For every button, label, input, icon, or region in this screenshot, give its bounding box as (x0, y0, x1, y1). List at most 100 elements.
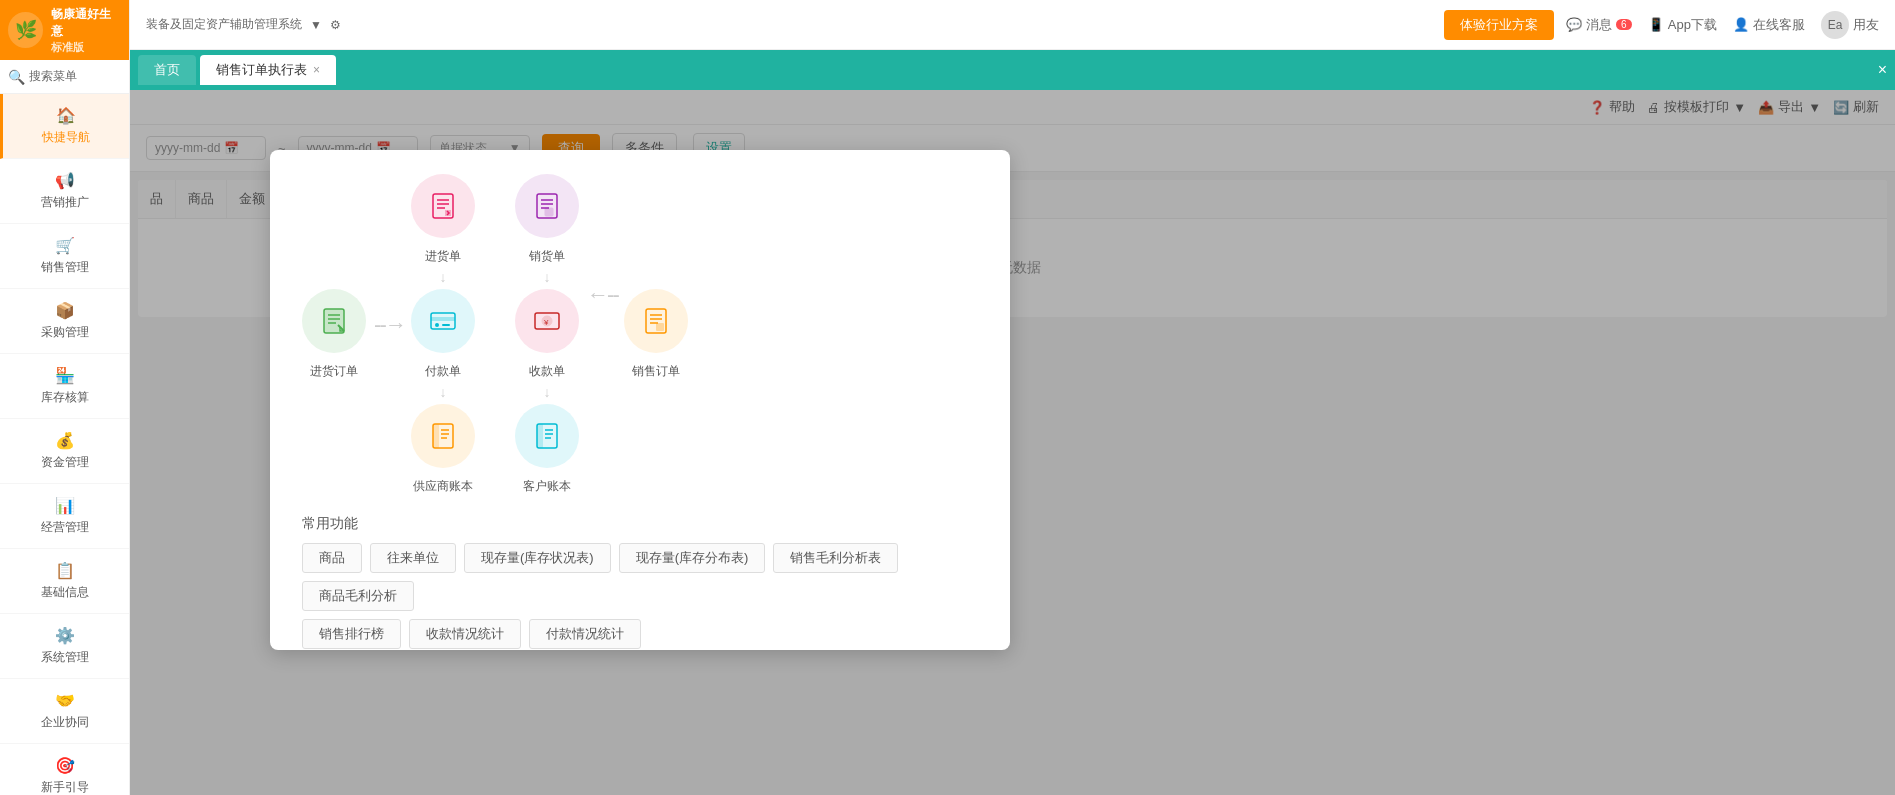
finance-icon: 💰 (55, 431, 75, 450)
home-icon: 🏠 (56, 106, 76, 125)
svg-point-10 (435, 323, 439, 327)
sidebar-item-system[interactable]: ⚙️ 系统管理 (0, 614, 129, 679)
sidebar-item-inventory[interactable]: 🏪 库存核算 (0, 354, 129, 419)
sidebar-item-label: 系统管理 (41, 649, 89, 666)
sidebar-item-sales[interactable]: 🛒 销售管理 (0, 224, 129, 289)
func-btn-inventory-status[interactable]: 现存量(库存状况表) (464, 543, 611, 573)
logo-icon: 🌿 (8, 12, 43, 48)
sidebar-item-label: 企业协同 (41, 714, 89, 731)
purchase-icon: 📦 (55, 301, 75, 320)
tab-bar: 首页 销售订单执行表 × × (130, 50, 1895, 90)
tab-home-label: 首页 (154, 61, 180, 79)
sidebar-item-label: 基础信息 (41, 584, 89, 601)
flow-node-payment[interactable]: 付款单 (411, 289, 475, 380)
payment-icon (411, 289, 475, 353)
flow-node-purchase-order[interactable]: 进货订单 (302, 289, 366, 380)
sidebar-nav: 🏠 快捷导航 📢 营销推广 🛒 销售管理 📦 采购管理 🏪 库存核算 💰 (0, 94, 129, 795)
message-label: 消息 (1586, 16, 1612, 34)
flow-node-supplier-ledger[interactable]: 供应商账本 (411, 404, 475, 495)
tab-home[interactable]: 首页 (138, 55, 196, 85)
sidebar-item-guide[interactable]: 🎯 新手引导 (0, 744, 129, 795)
tab-close-all-icon[interactable]: × (1878, 61, 1887, 79)
func-btn-partner[interactable]: 往来单位 (370, 543, 456, 573)
tab-close-icon[interactable]: × (313, 63, 320, 77)
svg-rect-34 (656, 323, 664, 331)
sidebar-item-label: 新手引导 (41, 779, 89, 795)
main-content: 装备及固定资产辅助管理系统 ▼ ⚙ 体验行业方案 💬 消息 6 📱 App下载 … (130, 0, 1895, 795)
func-btn-sales-margin[interactable]: 销售毛利分析表 (773, 543, 898, 573)
svg-text:¥: ¥ (543, 318, 549, 327)
func-btn-receipt-stats[interactable]: 收款情况统计 (409, 619, 521, 649)
content-area: ❓ 帮助 🖨 按模板打印 ▼ 📤 导出 ▼ 🔄 刷新 (130, 90, 1895, 795)
sidebar: 🌿 畅康通好生意 标准版 🔍 搜索菜单 🏠 快捷导航 📢 营销推广 🛒 销售管理 (0, 0, 130, 795)
search-icon: 🔍 (8, 69, 25, 85)
sidebar-item-basic[interactable]: 📋 基础信息 (0, 549, 129, 614)
trial-button[interactable]: 体验行业方案 (1444, 10, 1554, 40)
online-service-button[interactable]: 👤 在线客服 (1733, 16, 1805, 34)
sidebar-item-marketing[interactable]: 📢 营销推广 (0, 159, 129, 224)
sales-bill-label: 销货单 (529, 248, 565, 265)
sidebar-item-label: 经营管理 (41, 519, 89, 536)
svg-rect-11 (442, 324, 450, 326)
settings-icon[interactable]: ⚙ (330, 18, 341, 32)
collab-icon: 🤝 (55, 691, 75, 710)
basic-icon: 📋 (55, 561, 75, 580)
func-btn-goods[interactable]: 商品 (302, 543, 362, 573)
sidebar-item-purchase[interactable]: 📦 采购管理 (0, 289, 129, 354)
operations-icon: 📊 (55, 496, 75, 515)
purchase-bill-icon (411, 174, 475, 238)
func-btn-sales-rank[interactable]: 销售排行榜 (302, 619, 401, 649)
inventory-icon: 🏪 (55, 366, 75, 385)
sidebar-item-label: 库存核算 (41, 389, 89, 406)
flow-node-receipt[interactable]: ¥ 收款单 (515, 289, 579, 380)
marketing-icon: 📢 (55, 171, 75, 190)
flow-node-sales-bill[interactable]: 销货单 (515, 174, 579, 265)
sidebar-item-operations[interactable]: 📊 经营管理 (0, 484, 129, 549)
modal-overlay[interactable]: 进货订单 - - → (130, 90, 1895, 795)
message-icon: 💬 (1566, 17, 1582, 32)
flow-node-purchase-bill[interactable]: 进货单 (411, 174, 475, 265)
app-logo: 🌿 畅康通好生意 标准版 (0, 0, 129, 60)
sales-bill-icon (515, 174, 579, 238)
logo-sub: 标准版 (51, 40, 121, 55)
func-btn-inventory-dist[interactable]: 现存量(库存分布表) (619, 543, 766, 573)
service-icon: 👤 (1733, 17, 1749, 32)
sidebar-item-finance[interactable]: 💰 资金管理 (0, 419, 129, 484)
func-buttons-row2: 销售排行榜 收款情况统计 付款情况统计 (302, 619, 978, 649)
message-button[interactable]: 💬 消息 6 (1566, 16, 1632, 34)
user-area[interactable]: Ea 用友 (1821, 11, 1879, 39)
top-bar: 装备及固定资产辅助管理系统 ▼ ⚙ 体验行业方案 💬 消息 6 📱 App下载 … (130, 0, 1895, 50)
common-functions: 常用功能 商品 往来单位 现存量(库存状况表) 现存量(库存分布表) 销售毛利分… (302, 515, 978, 649)
flow-node-sales-order[interactable]: 销售订单 (624, 289, 688, 380)
func-btn-goods-margin[interactable]: 商品毛利分析 (302, 581, 414, 611)
sales-order-label: 销售订单 (632, 363, 680, 380)
sidebar-item-collab[interactable]: 🤝 企业协同 (0, 679, 129, 744)
modal-body: 进货订单 - - → (270, 150, 1010, 650)
sidebar-item-label: 采购管理 (41, 324, 89, 341)
receipt-icon: ¥ (515, 289, 579, 353)
flow-node-customer-ledger[interactable]: 客户账本 (515, 404, 579, 495)
tab-active-label: 销售订单执行表 (216, 61, 307, 79)
svg-rect-26 (537, 424, 543, 448)
customer-ledger-icon (515, 404, 579, 468)
customer-ledger-label: 客户账本 (523, 478, 571, 495)
download-icon: 📱 (1648, 17, 1664, 32)
supplier-ledger-icon (411, 404, 475, 468)
app-download-button[interactable]: 📱 App下载 (1648, 16, 1717, 34)
dropdown-arrow-icon[interactable]: ▼ (310, 18, 322, 32)
message-badge: 6 (1616, 19, 1632, 30)
sidebar-item-label: 营销推广 (41, 194, 89, 211)
svg-rect-9 (431, 317, 455, 321)
func-btn-payment-stats[interactable]: 付款情况统计 (529, 619, 641, 649)
sidebar-item-quicknav[interactable]: 🏠 快捷导航 (0, 94, 129, 159)
user-avatar: Ea (1821, 11, 1849, 39)
sidebar-item-label: 快捷导航 (42, 129, 90, 146)
sales-icon: 🛒 (55, 236, 75, 255)
top-right-area: 💬 消息 6 📱 App下载 👤 在线客服 Ea 用友 (1566, 11, 1879, 39)
system-name: 装备及固定资产辅助管理系统 (146, 16, 302, 33)
tab-sales-execution[interactable]: 销售订单执行表 × (200, 55, 336, 85)
payment-label: 付款单 (425, 363, 461, 380)
search-menu[interactable]: 🔍 搜索菜单 (0, 60, 129, 94)
func-buttons-row1: 商品 往来单位 现存量(库存状况表) 现存量(库存分布表) 销售毛利分析表 商品… (302, 543, 978, 611)
avatar-text: Ea (1828, 18, 1843, 32)
